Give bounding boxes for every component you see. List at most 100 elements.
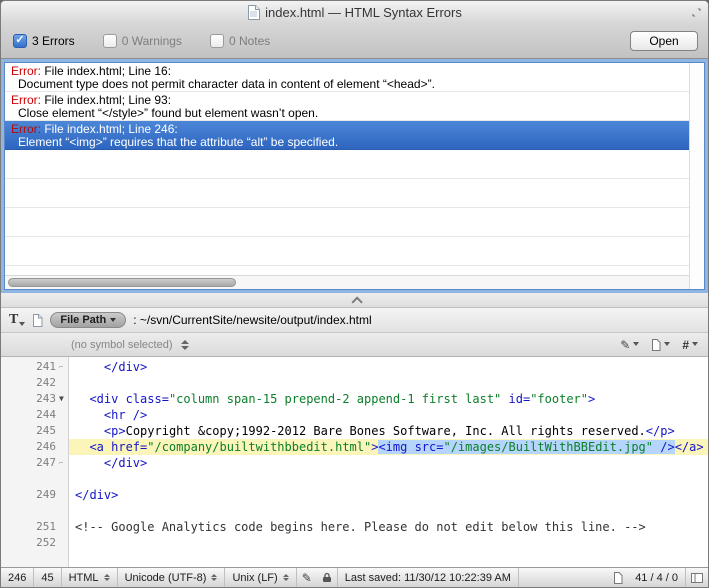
code-line[interactable]: 251<!-- Google Analytics code begins her…: [1, 519, 708, 535]
encoding-popup[interactable]: Unicode (UTF-8): [118, 572, 225, 584]
line-number: 246: [1, 439, 59, 455]
document-icon: [651, 339, 661, 351]
syntax-errors-window: index.html — HTML Syntax Errors ✓3 Error…: [0, 0, 709, 588]
collapse-list-button[interactable]: [351, 296, 362, 307]
popup-chevrons-icon: [104, 574, 110, 581]
window-title: index.html — HTML Syntax Errors: [265, 5, 462, 20]
line-number: [1, 503, 59, 519]
scrollbar-thumb[interactable]: [8, 278, 236, 287]
lock-icon[interactable]: [317, 572, 337, 583]
file-path-text: : ~/svn/CurrentSite/newsite/output/index…: [133, 313, 371, 327]
code-line[interactable]: 249 </div>: [1, 487, 708, 503]
open-button[interactable]: Open: [630, 31, 698, 51]
error-prefix: Error:: [11, 64, 41, 78]
code-text[interactable]: <hr />: [69, 407, 708, 423]
cursor-column: 45: [34, 572, 60, 584]
cursor-line: 246: [1, 572, 33, 584]
empty-row: [5, 237, 689, 266]
navigation-bar: (no symbol selected) ✎ #: [1, 333, 708, 357]
error-list-pane: Error: File index.html; Line 16:Document…: [1, 59, 708, 293]
filter-notes-checkbox[interactable]: ✓0 Notes: [210, 34, 270, 48]
checkbox-icon: ✓: [13, 34, 27, 48]
hash-icon: #: [682, 338, 689, 352]
chevron-down-icon: [110, 318, 116, 322]
chevron-down-icon: [664, 342, 670, 346]
line-number: 252: [1, 535, 59, 551]
code-text[interactable]: [69, 375, 708, 391]
code-text[interactable]: [69, 503, 708, 519]
popup-chevrons-icon: [283, 574, 289, 581]
file-path-bar: T File Path : ~/svn/CurrentSite/newsite/…: [1, 308, 708, 333]
error-message: Element “<img>” requires that the attrib…: [11, 136, 689, 149]
code-text[interactable]: </div>: [69, 359, 708, 375]
symbol-counts: 41 / 4 / 0: [628, 572, 685, 584]
error-prefix: Error:: [11, 122, 41, 136]
error-prefix: Error:: [11, 93, 41, 107]
error-location: File index.html; Line 93:: [41, 93, 171, 107]
documents-menu[interactable]: [651, 339, 670, 351]
pane-divider: [1, 293, 708, 308]
titlebar[interactable]: index.html — HTML Syntax Errors: [1, 1, 708, 23]
code-line[interactable]: 247⌐ </div>: [1, 455, 708, 471]
filter-errors-checkbox[interactable]: ✓3 Errors: [13, 34, 75, 48]
code-line[interactable]: 243▼ <div class="column span-15 prepend-…: [1, 391, 708, 407]
empty-row: [5, 150, 689, 179]
code-text[interactable]: <a href="/company/builtwithbbedit.html">…: [69, 439, 708, 455]
code-text[interactable]: <!-- Google Analytics code begins here. …: [69, 519, 708, 535]
empty-row: [5, 208, 689, 237]
fold-triangle-icon[interactable]: ▼: [59, 391, 69, 407]
code-editor[interactable]: 241⌐ </div>242243▼ <div class="column sp…: [1, 357, 708, 567]
chevron-down-icon: [19, 322, 25, 326]
code-text[interactable]: [69, 535, 708, 551]
symbol-popup[interactable]: (no symbol selected): [71, 339, 173, 351]
fold-end-marker-icon: ⌐: [59, 359, 69, 375]
code-line[interactable]: 252: [1, 535, 708, 551]
code-line[interactable]: 245 <p>Copyright &copy;1992-2012 Bare Bo…: [1, 423, 708, 439]
code-text[interactable]: <div class="column span-15 prepend-2 app…: [69, 391, 708, 407]
file-path-menu[interactable]: File Path: [50, 312, 126, 328]
language-popup[interactable]: HTML: [62, 572, 117, 584]
last-saved-text: Last saved: 11/30/12 10:22:39 AM: [338, 572, 518, 584]
empty-row: [5, 179, 689, 208]
markers-menu[interactable]: ✎: [620, 338, 639, 352]
error-message: Close element “</style>” found but eleme…: [11, 107, 689, 120]
line-endings-popup[interactable]: Unix (LF): [225, 572, 295, 584]
file-proxy-icon[interactable]: [32, 314, 43, 327]
error-list: Error: File index.html; Line 16:Document…: [5, 63, 689, 275]
filter-warnings-checkbox[interactable]: ✓0 Warnings: [103, 34, 182, 48]
chevron-down-icon: [633, 342, 639, 346]
error-row[interactable]: Error: File index.html; Line 246:Element…: [5, 121, 689, 150]
counter-menu[interactable]: #: [682, 338, 698, 352]
horizontal-scrollbar[interactable]: [5, 275, 689, 289]
error-row[interactable]: Error: File index.html; Line 16:Document…: [5, 63, 689, 92]
code-line[interactable]: 244 <hr />: [1, 407, 708, 423]
pencil-icon[interactable]: ✎: [297, 571, 317, 585]
code-line[interactable]: 242: [1, 375, 708, 391]
chevron-down-icon: [692, 342, 698, 346]
line-number: 249: [1, 487, 59, 503]
text-options-menu[interactable]: T: [9, 312, 25, 328]
pencil-icon: ✎: [620, 338, 630, 352]
filter-label: 0 Warnings: [122, 34, 182, 48]
error-row[interactable]: Error: File index.html; Line 93:Close el…: [5, 92, 689, 121]
code-line[interactable]: [1, 503, 708, 519]
code-text[interactable]: </div>: [69, 455, 708, 471]
encoding-value: Unicode (UTF-8): [125, 572, 207, 584]
error-message: Document type does not permit character …: [11, 78, 689, 91]
code-line[interactable]: 241⌐ </div>: [1, 359, 708, 375]
symbol-popup-chevrons-icon[interactable]: [181, 340, 189, 350]
code-text[interactable]: [69, 471, 708, 487]
document-icon[interactable]: [608, 572, 628, 584]
vertical-scrollbar[interactable]: [689, 63, 704, 289]
fullscreen-icon[interactable]: [691, 7, 702, 18]
code-line[interactable]: 246 <a href="/company/builtwithbbedit.ht…: [1, 439, 708, 455]
code-line[interactable]: [1, 471, 708, 487]
line-endings-value: Unix (LF): [232, 572, 277, 584]
split-pane-icon[interactable]: [686, 573, 708, 583]
document-icon: [247, 5, 260, 20]
code-text[interactable]: <p>Copyright &copy;1992-2012 Bare Bones …: [69, 423, 708, 439]
code-text[interactable]: </div>: [69, 487, 708, 503]
filter-label: 0 Notes: [229, 34, 270, 48]
status-bar: 246 45 HTML Unicode (UTF-8) Unix (LF) ✎ …: [1, 567, 708, 587]
filter-toolbar: ✓3 Errors ✓0 Warnings ✓0 Notes Open: [1, 23, 708, 59]
